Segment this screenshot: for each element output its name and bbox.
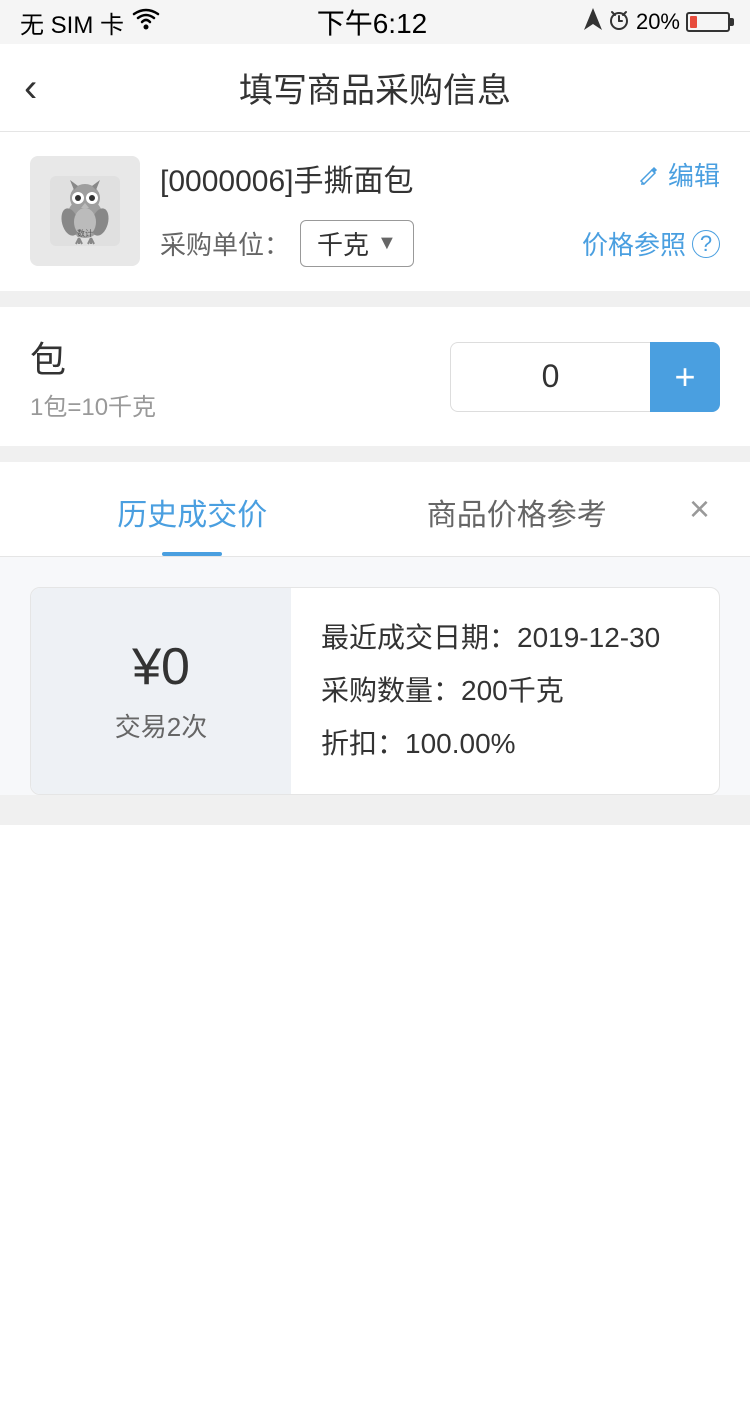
nav-bar: ‹ 填写商品采购信息	[0, 44, 750, 132]
last-date-label: 最近成交日期：	[321, 622, 517, 653]
status-bar: 无 SIM 卡 下午6:12 20	[0, 0, 750, 44]
history-quantity-row: 采购数量：200千克	[321, 671, 689, 710]
last-date-value: 2019-12-30	[517, 622, 660, 653]
section-divider-2	[0, 446, 750, 462]
section-divider-1	[0, 291, 750, 307]
unit-selector[interactable]: 千克 ▼	[300, 220, 414, 267]
unit-value: 千克	[317, 225, 369, 262]
quantity-detail-value: 200千克	[461, 675, 564, 706]
tab-product-price-ref[interactable]: 商品价格参考	[354, 462, 678, 556]
bottom-space	[0, 825, 750, 1425]
status-right: 20%	[584, 8, 730, 36]
product-card: 数计 [0000006]手撕面包 编辑 采购单位：	[0, 132, 750, 291]
product-thumbnail: 数计	[30, 156, 140, 266]
product-header: 数计 [0000006]手撕面包 编辑 采购单位：	[30, 156, 720, 267]
quantity-row: 包 1包=10千克 +	[0, 307, 750, 446]
discount-label: 折扣：	[321, 728, 405, 759]
quantity-input-group: +	[450, 342, 720, 412]
quantity-detail-label: 采购数量：	[321, 675, 461, 706]
status-time: 下午6:12	[317, 2, 428, 42]
quantity-plus-button[interactable]: +	[650, 342, 720, 412]
history-price: ¥0	[132, 637, 190, 697]
status-left: 无 SIM 卡	[20, 5, 160, 40]
product-unit-row: 采购单位： 千克 ▼ 价格参照 ?	[160, 220, 720, 267]
price-ref-button[interactable]: 价格参照 ?	[582, 225, 720, 262]
discount-value: 100.00%	[405, 728, 516, 759]
edit-button[interactable]: 编辑	[638, 156, 720, 193]
history-trades: 交易2次	[115, 707, 207, 744]
battery-icon	[686, 12, 730, 32]
close-button[interactable]: ×	[679, 491, 720, 527]
unit-label: 采购单位：	[160, 225, 290, 262]
back-button[interactable]: ‹	[24, 68, 37, 108]
dropdown-arrow-icon: ▼	[377, 232, 397, 255]
quantity-unit-sub: 1包=10千克	[30, 387, 156, 422]
alarm-icon	[608, 8, 630, 36]
history-price-card: ¥0 交易2次 最近成交日期：2019-12-30 采购数量：200千克 折扣：…	[30, 587, 720, 795]
history-last-date-row: 最近成交日期：2019-12-30	[321, 618, 689, 657]
page-title: 填写商品采购信息	[239, 63, 511, 112]
product-name: [0000006]手撕面包	[160, 156, 638, 200]
location-icon	[584, 8, 602, 36]
quantity-unit-main: 包	[30, 331, 156, 383]
quantity-label: 包 1包=10千克	[30, 331, 156, 422]
carrier-text: 无 SIM 卡	[20, 5, 124, 40]
history-card-left: ¥0 交易2次	[31, 588, 291, 794]
price-ref-tabs: 历史成交价 商品价格参考 ×	[0, 462, 750, 557]
product-info: [0000006]手撕面包 编辑 采购单位： 千克 ▼	[160, 156, 720, 267]
battery-fill	[690, 16, 697, 28]
price-ref-label: 价格参照	[582, 225, 686, 262]
quantity-input[interactable]	[450, 342, 650, 412]
product-title-row: [0000006]手撕面包 编辑	[160, 156, 720, 200]
wifi-icon	[132, 8, 160, 37]
help-icon: ?	[692, 230, 720, 258]
history-discount-row: 折扣：100.00%	[321, 724, 689, 763]
svg-text:数计: 数计	[77, 228, 93, 238]
battery-text: 20%	[636, 9, 680, 35]
price-ref-panel: 历史成交价 商品价格参考 × ¥0 交易2次 最近成交日期：2019-12-30…	[0, 462, 750, 795]
tab-history-price[interactable]: 历史成交价	[30, 462, 354, 556]
history-card-right: 最近成交日期：2019-12-30 采购数量：200千克 折扣：100.00%	[291, 588, 719, 794]
